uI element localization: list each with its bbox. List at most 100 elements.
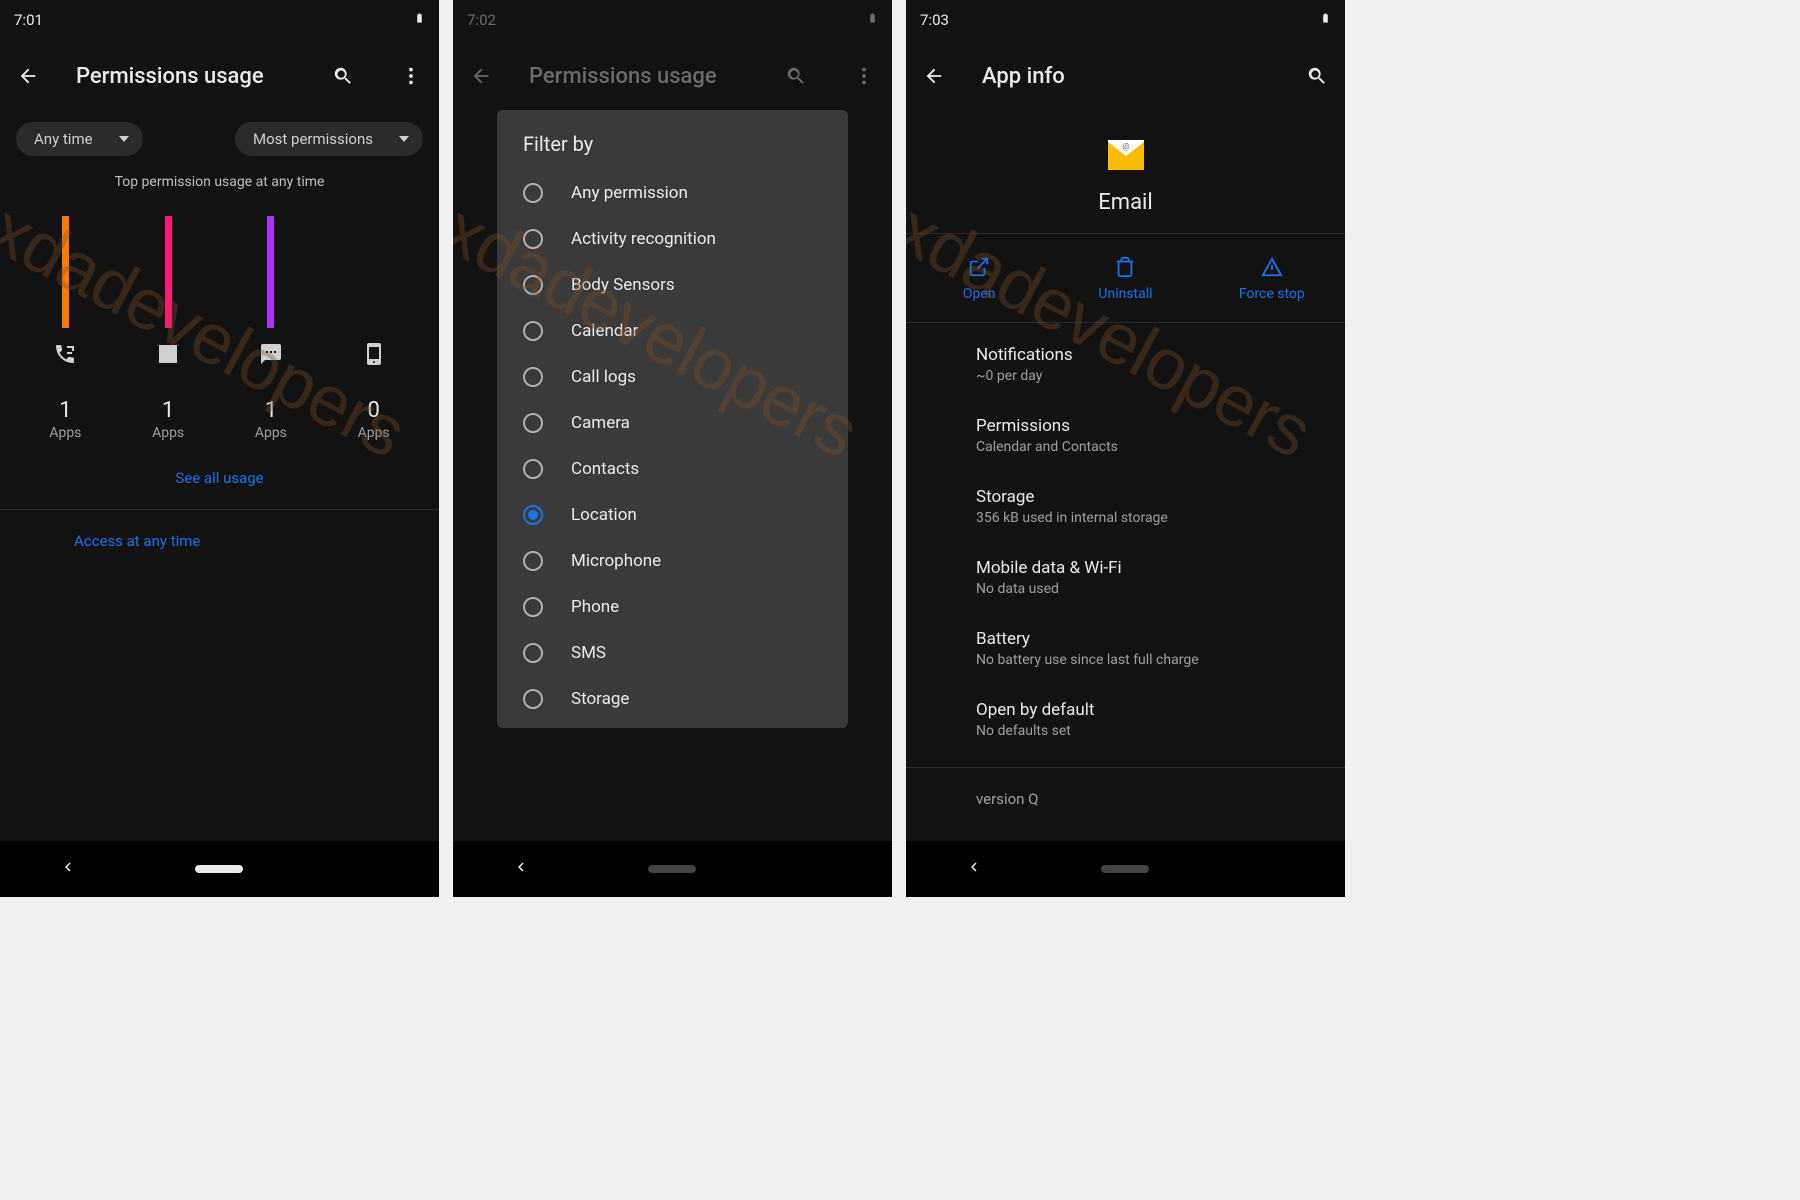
nav-home-pill[interactable] — [648, 865, 696, 873]
filter-time-chip[interactable]: Any time — [16, 122, 143, 156]
clock: 7:01 — [14, 11, 43, 29]
settings-list: Notifications~0 per dayPermissionsCalend… — [906, 323, 1345, 761]
item-title: Open by default — [976, 700, 1275, 720]
search-icon[interactable] — [323, 56, 363, 96]
usage-bar-item[interactable]: 1Apps — [124, 208, 212, 441]
option-label: Phone — [571, 597, 619, 617]
chip-label: Most permissions — [253, 130, 373, 148]
access-any-time-link[interactable]: Access at any time — [0, 510, 439, 550]
app-count: 1 — [162, 398, 174, 423]
nav-back-icon[interactable] — [59, 858, 77, 880]
radio-icon — [523, 505, 543, 525]
filter-option[interactable]: Calendar — [497, 308, 848, 354]
version-label: version Q — [906, 767, 1345, 822]
statusbar: 7:03 — [906, 0, 1345, 40]
filter-sort-chip[interactable]: Most permissions — [235, 122, 423, 156]
see-all-usage-link[interactable]: See all usage — [0, 441, 439, 509]
filter-option[interactable]: Microphone — [497, 538, 848, 584]
app-bar: Permissions usage — [0, 40, 439, 112]
action-label: Open — [963, 286, 996, 302]
email-app-icon: @ — [1102, 130, 1150, 178]
settings-item[interactable]: PermissionsCalendar and Contacts — [906, 400, 1345, 471]
settings-item[interactable]: Storage 356 kB used in internal storage — [906, 471, 1345, 542]
usage-bar-item[interactable]: 1Apps — [21, 208, 109, 441]
radio-icon — [523, 551, 543, 571]
app-count-label: Apps — [255, 425, 287, 441]
back-icon — [461, 56, 501, 96]
uninstall-button[interactable]: Uninstall — [1065, 256, 1185, 302]
filter-option[interactable]: Body Sensors — [497, 262, 848, 308]
app-header: @ Email — [906, 112, 1345, 233]
navigation-bar — [453, 841, 892, 897]
radio-icon — [523, 597, 543, 617]
nav-back-icon[interactable] — [512, 858, 530, 880]
item-subtitle: Calendar and Contacts — [976, 439, 1275, 455]
app-name: Email — [1098, 190, 1152, 215]
nav-home-pill[interactable] — [1101, 865, 1149, 873]
option-label: Camera — [571, 413, 630, 433]
page-title: App info — [982, 64, 1269, 89]
filter-option[interactable]: SMS — [497, 630, 848, 676]
filter-by-dialog: Filter by Any permission Activity recogni… — [497, 110, 848, 728]
back-icon[interactable] — [914, 56, 954, 96]
filter-chips: Any time Most permissions — [0, 112, 439, 156]
chart-title: Top permission usage at any time — [0, 156, 439, 200]
overflow-icon — [844, 56, 884, 96]
filter-option[interactable]: Activity recognition — [497, 216, 848, 262]
settings-item[interactable]: Mobile data & Wi-FiNo data used — [906, 542, 1345, 613]
force-stop-button[interactable]: Force stop — [1212, 256, 1332, 302]
nav-home-pill[interactable] — [195, 865, 243, 873]
page-title: Permissions usage — [529, 64, 748, 89]
search-icon[interactable] — [1297, 56, 1337, 96]
item-title: Notifications — [976, 345, 1275, 365]
item-title: Battery — [976, 629, 1275, 649]
filter-option[interactable]: Call logs — [497, 354, 848, 400]
settings-item[interactable]: Battery No battery use since last full ch… — [906, 613, 1345, 684]
filter-option[interactable]: Storage — [497, 676, 848, 722]
filter-option[interactable]: Location — [497, 492, 848, 538]
option-label: Body Sensors — [571, 275, 675, 295]
usage-bar-item[interactable]: 0Apps — [330, 208, 418, 441]
app-count: 0 — [367, 398, 379, 423]
back-icon[interactable] — [8, 56, 48, 96]
permission-icon — [360, 340, 388, 368]
item-subtitle: No defaults set — [976, 723, 1275, 739]
settings-item[interactable]: Open by default No defaults set — [906, 684, 1345, 755]
item-subtitle: 356 kB used in internal storage — [976, 510, 1275, 526]
permission-icon — [154, 340, 182, 368]
action-label: Uninstall — [1098, 286, 1152, 302]
usage-bar-item[interactable]: 1 Apps — [227, 208, 315, 441]
filter-option[interactable]: Phone — [497, 584, 848, 630]
search-icon — [776, 56, 816, 96]
nav-back-icon[interactable] — [965, 858, 983, 880]
radio-icon — [523, 459, 543, 479]
navigation-bar — [906, 841, 1345, 897]
filter-option[interactable]: Any permission — [497, 170, 848, 216]
radio-icon — [523, 183, 543, 203]
clock: 7:03 — [920, 11, 949, 29]
item-subtitle: No battery use since last full charge — [976, 652, 1275, 668]
option-label: Microphone — [571, 551, 661, 571]
settings-item[interactable]: Notifications~0 per day — [906, 329, 1345, 400]
filter-option[interactable]: Camera — [497, 400, 848, 446]
chevron-down-icon — [399, 136, 409, 142]
usage-chart: 1Apps1Apps1Apps0Apps — [0, 200, 439, 441]
radio-icon — [523, 689, 543, 709]
item-title: Storage — [976, 487, 1275, 507]
phone-screen-permissions-usage: xdadevelopers 7:01 Permissions usage Any… — [0, 0, 439, 897]
dialog-title: Filter by — [497, 132, 848, 170]
overflow-icon[interactable] — [391, 56, 431, 96]
app-count: 1 — [265, 398, 277, 423]
option-label: Any permission — [571, 183, 688, 203]
option-label: Location — [571, 505, 637, 525]
radio-icon — [523, 643, 543, 663]
filter-option[interactable]: Contacts — [497, 446, 848, 492]
clock: 7:02 — [467, 11, 496, 29]
radio-icon — [523, 321, 543, 341]
app-bar: Permissions usage — [453, 40, 892, 112]
app-count: 1 — [59, 398, 71, 423]
open-button[interactable]: Open — [919, 256, 1039, 302]
radio-icon — [523, 275, 543, 295]
item-title: Mobile data & Wi-Fi — [976, 558, 1275, 578]
action-row: Open Uninstall Force stop — [906, 233, 1345, 323]
